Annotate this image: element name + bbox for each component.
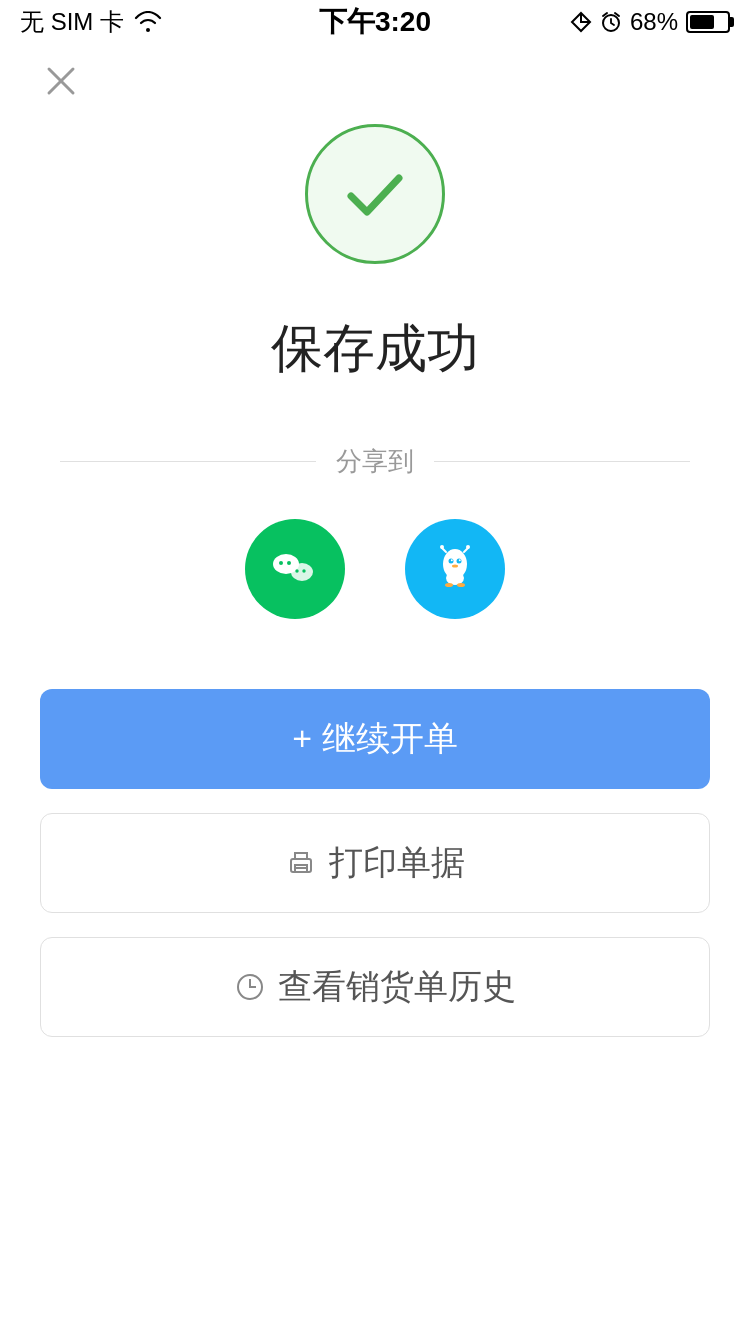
divider-line-left [60, 461, 316, 462]
continue-button[interactable]: + 继续开单 [40, 689, 710, 789]
wechat-share-button[interactable] [245, 519, 345, 619]
svg-point-18 [457, 583, 465, 587]
svg-point-21 [440, 545, 444, 549]
qq-icon [426, 540, 484, 598]
svg-point-16 [452, 565, 458, 568]
location-icon [570, 11, 592, 33]
svg-point-11 [446, 571, 464, 585]
svg-point-22 [466, 545, 470, 549]
alarm-icon [600, 11, 622, 33]
share-label: 分享到 [336, 444, 414, 479]
share-icons [245, 519, 505, 619]
qq-share-button[interactable] [405, 519, 505, 619]
history-label: 查看销货单历史 [278, 964, 516, 1010]
close-button[interactable] [36, 56, 86, 106]
battery-percent: 68% [630, 8, 678, 36]
battery-icon [686, 11, 730, 33]
status-left: 无 SIM 卡 [20, 6, 162, 38]
action-buttons: + 继续开单 打印单据 查看销货单历史 [0, 689, 750, 1037]
status-time: 下午3:20 [319, 3, 431, 41]
history-icon [234, 971, 266, 1003]
wifi-icon [134, 11, 162, 33]
svg-point-14 [451, 559, 453, 561]
print-icon [285, 847, 317, 879]
svg-point-13 [457, 559, 462, 564]
svg-point-15 [459, 559, 461, 561]
svg-point-8 [295, 569, 298, 572]
success-title: 保存成功 [271, 314, 479, 384]
battery-fill [690, 15, 714, 29]
continue-label: + 继续开单 [292, 716, 457, 762]
svg-point-9 [302, 569, 305, 572]
success-icon-circle [305, 124, 445, 264]
sim-status: 无 SIM 卡 [20, 6, 124, 38]
wechat-icon [266, 540, 324, 598]
svg-point-7 [287, 561, 291, 565]
svg-point-17 [445, 583, 453, 587]
status-right: 68% [570, 8, 730, 36]
svg-point-6 [279, 561, 283, 565]
checkmark-icon [339, 158, 411, 230]
svg-point-12 [449, 559, 454, 564]
history-button[interactable]: 查看销货单历史 [40, 937, 710, 1037]
print-button[interactable]: 打印单据 [40, 813, 710, 913]
status-bar: 无 SIM 卡 下午3:20 68% [0, 0, 750, 44]
svg-point-5 [291, 563, 313, 581]
share-divider: 分享到 [0, 444, 750, 479]
main-content: 保存成功 分享到 [0, 44, 750, 1037]
print-label: 打印单据 [329, 840, 465, 886]
divider-line-right [434, 461, 690, 462]
